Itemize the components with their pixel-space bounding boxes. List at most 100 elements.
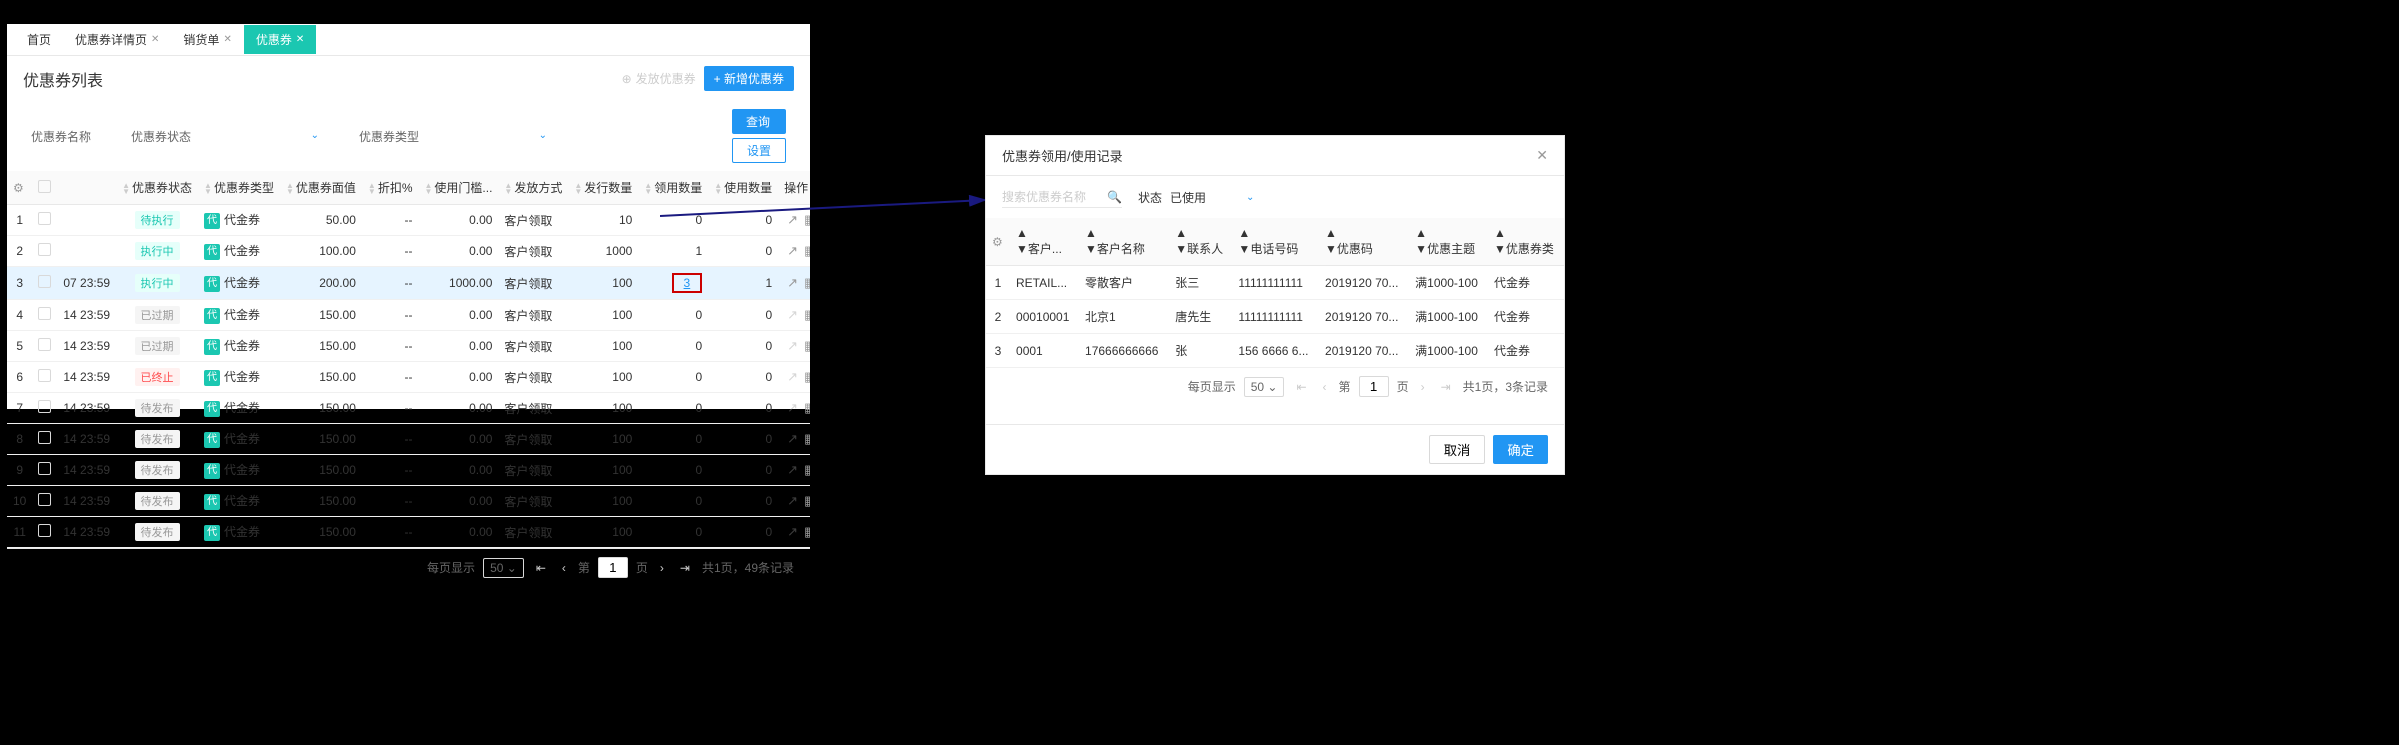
table-row[interactable]: 414 23:59已过期代代金券150.00--0.00客户领取10000↗▦ [7,300,810,331]
cancel-button[interactable]: 取消 [1429,435,1486,464]
share-icon[interactable]: ↗ [787,493,798,508]
checkbox-all[interactable] [38,180,51,193]
row-checkbox[interactable] [38,524,51,537]
row-checkbox[interactable] [38,462,51,475]
tab-优惠券[interactable]: 优惠券✕ [244,25,316,54]
close-icon[interactable]: ✕ [223,34,231,45]
col-status[interactable]: ▲▼优惠券状态 [116,171,198,205]
next-page-button[interactable]: › [656,561,668,575]
row-checkbox[interactable] [38,212,51,225]
share-icon[interactable]: ↗ [787,369,798,384]
share-icon[interactable]: ↗ [787,243,798,258]
share-icon[interactable]: ↗ [787,275,798,290]
close-icon[interactable]: ✕ [151,34,159,45]
close-icon[interactable]: ✕ [296,34,304,45]
qr-icon[interactable]: ▦ [804,243,810,258]
qr-icon[interactable]: ▦ [804,275,810,290]
row-checkbox[interactable] [38,243,51,256]
prev-page-button[interactable]: ‹ [558,561,570,575]
modal-next-page[interactable]: › [1417,380,1429,394]
col-issue[interactable]: ▲▼发行数量 [568,171,638,205]
row-checkbox[interactable] [38,493,51,506]
col-coupon-code[interactable]: ▲▼优惠码 [1319,218,1409,266]
col-subject[interactable]: ▲▼优惠主题 [1409,218,1488,266]
row-checkbox[interactable] [38,431,51,444]
qr-icon[interactable]: ▦ [804,462,810,477]
table-row[interactable]: 1114 23:59待发布代代金券150.00--0.00客户领取10000↗▦ [7,517,810,548]
tab-销货单[interactable]: 销货单✕ [171,25,243,54]
tab-优惠券详情页[interactable]: 优惠券详情页✕ [63,25,171,54]
qr-icon[interactable]: ▦ [804,369,810,384]
share-icon[interactable]: ↗ [787,212,798,227]
status-select[interactable]: 已使用⌄ [1170,189,1254,206]
setting-button[interactable]: 设置 [732,138,786,163]
col-type[interactable]: ▲▼优惠券类型 [198,171,280,205]
search-input[interactable]: 搜索优惠券名称 [1002,188,1107,205]
qr-icon[interactable]: ▦ [804,524,810,539]
filter-status-select[interactable]: ⌄ [199,130,319,142]
share-icon[interactable]: ↗ [787,307,798,322]
table-row[interactable]: 614 23:59已终止代代金券150.00--0.00客户领取10000↗▦ [7,362,810,393]
table-row[interactable]: 714 23:59待发布代代金券150.00--0.00客户领取10000↗▦ [7,393,810,424]
col-discount[interactable]: ▲▼折扣% [362,171,419,205]
col-customer-code[interactable]: ▲▼客户... [1010,218,1079,266]
modal-per-page-select[interactable]: 50 ⌄ [1244,377,1285,397]
modal-page-input[interactable] [1359,376,1389,397]
col-face-value[interactable]: ▲▼优惠券面值 [280,171,362,205]
share-icon[interactable]: ↗ [787,400,798,415]
row-checkbox[interactable] [38,369,51,382]
share-icon[interactable]: ↗ [787,524,798,539]
table-row[interactable]: 814 23:59待发布代代金券150.00--0.00客户领取10000↗▦ [7,424,810,455]
qr-icon[interactable]: ▦ [804,212,810,227]
modal-gear-header[interactable]: ⚙ [986,218,1010,266]
gear-header[interactable]: ⚙ [7,171,32,205]
modal-prev-page[interactable]: ‹ [1319,380,1331,394]
filter-type-select[interactable]: ⌄ [427,130,547,142]
modal-first-page[interactable]: ⇤ [1292,380,1310,394]
row-checkbox[interactable] [38,338,51,351]
confirm-button[interactable]: 确定 [1493,435,1548,464]
table-row[interactable]: 514 23:59已过期代代金券150.00--0.00客户领取10000↗▦ [7,331,810,362]
modal-table-row[interactable]: 3000117666666666张156 6666 6...2019120 70… [986,334,1564,368]
tab-首页[interactable]: 首页 [15,25,63,54]
table-row[interactable]: 914 23:59待发布代代金券150.00--0.00客户领取10000↗▦ [7,455,810,486]
modal-last-page[interactable]: ⇥ [1437,380,1455,394]
share-icon[interactable]: ↗ [787,462,798,477]
row-checkbox[interactable] [38,307,51,320]
search-box[interactable]: 搜索优惠券名称 🔍 [1002,186,1122,208]
distribute-button[interactable]: ⊕ 发放优惠券 [622,70,696,87]
qr-icon[interactable]: ▦ [804,400,810,415]
checkbox-header[interactable] [32,171,57,205]
col-receive[interactable]: ▲▼领用数量 [638,171,708,205]
modal-table-row[interactable]: 200010001北京1唐先生111111111112019120 70...满… [986,300,1564,334]
share-icon[interactable]: ↗ [787,338,798,353]
col-phone[interactable]: ▲▼电话号码 [1232,218,1319,266]
qr-icon[interactable]: ▦ [804,493,810,508]
qr-icon[interactable]: ▦ [804,338,810,353]
col-coupon-type[interactable]: ▲▼优惠券类 [1488,218,1564,266]
qr-icon[interactable]: ▦ [804,307,810,322]
col-time[interactable] [57,171,116,205]
col-use[interactable]: ▲▼使用数量 [708,171,778,205]
receive-qty-link[interactable]: 3 [672,273,703,293]
add-coupon-button[interactable]: + 新增优惠券 [704,66,794,91]
table-row[interactable]: 1014 23:59待发布代代金券150.00--0.00客户领取10000↗▦ [7,486,810,517]
col-threshold[interactable]: ▲▼使用门槛... [418,171,498,205]
page-input[interactable] [598,557,628,578]
close-icon[interactable]: ✕ [1536,147,1548,164]
table-row[interactable]: 307 23:59执行中代代金券200.00--1000.00客户领取10031… [7,267,810,300]
row-checkbox[interactable] [38,400,51,413]
table-row[interactable]: 2执行中代代金券100.00--0.00客户领取100010↗▦ [7,236,810,267]
col-customer-name[interactable]: ▲▼客户名称 [1079,218,1169,266]
modal-table-row[interactable]: 1RETAIL...零散客户张三111111111112019120 70...… [986,266,1564,300]
col-contact[interactable]: ▲▼联系人 [1169,218,1232,266]
search-button[interactable]: 查询 [732,109,786,134]
share-icon[interactable]: ↗ [787,431,798,446]
search-icon[interactable]: 🔍 [1107,190,1122,204]
last-page-button[interactable]: ⇥ [676,561,694,575]
table-row[interactable]: 1待执行代代金券50.00--0.00客户领取1000↗▦ [7,205,810,236]
per-page-select[interactable]: 50 ⌄ [483,558,524,578]
row-checkbox[interactable] [38,275,51,288]
first-page-button[interactable]: ⇤ [532,561,550,575]
col-method[interactable]: ▲▼发放方式 [498,171,568,205]
